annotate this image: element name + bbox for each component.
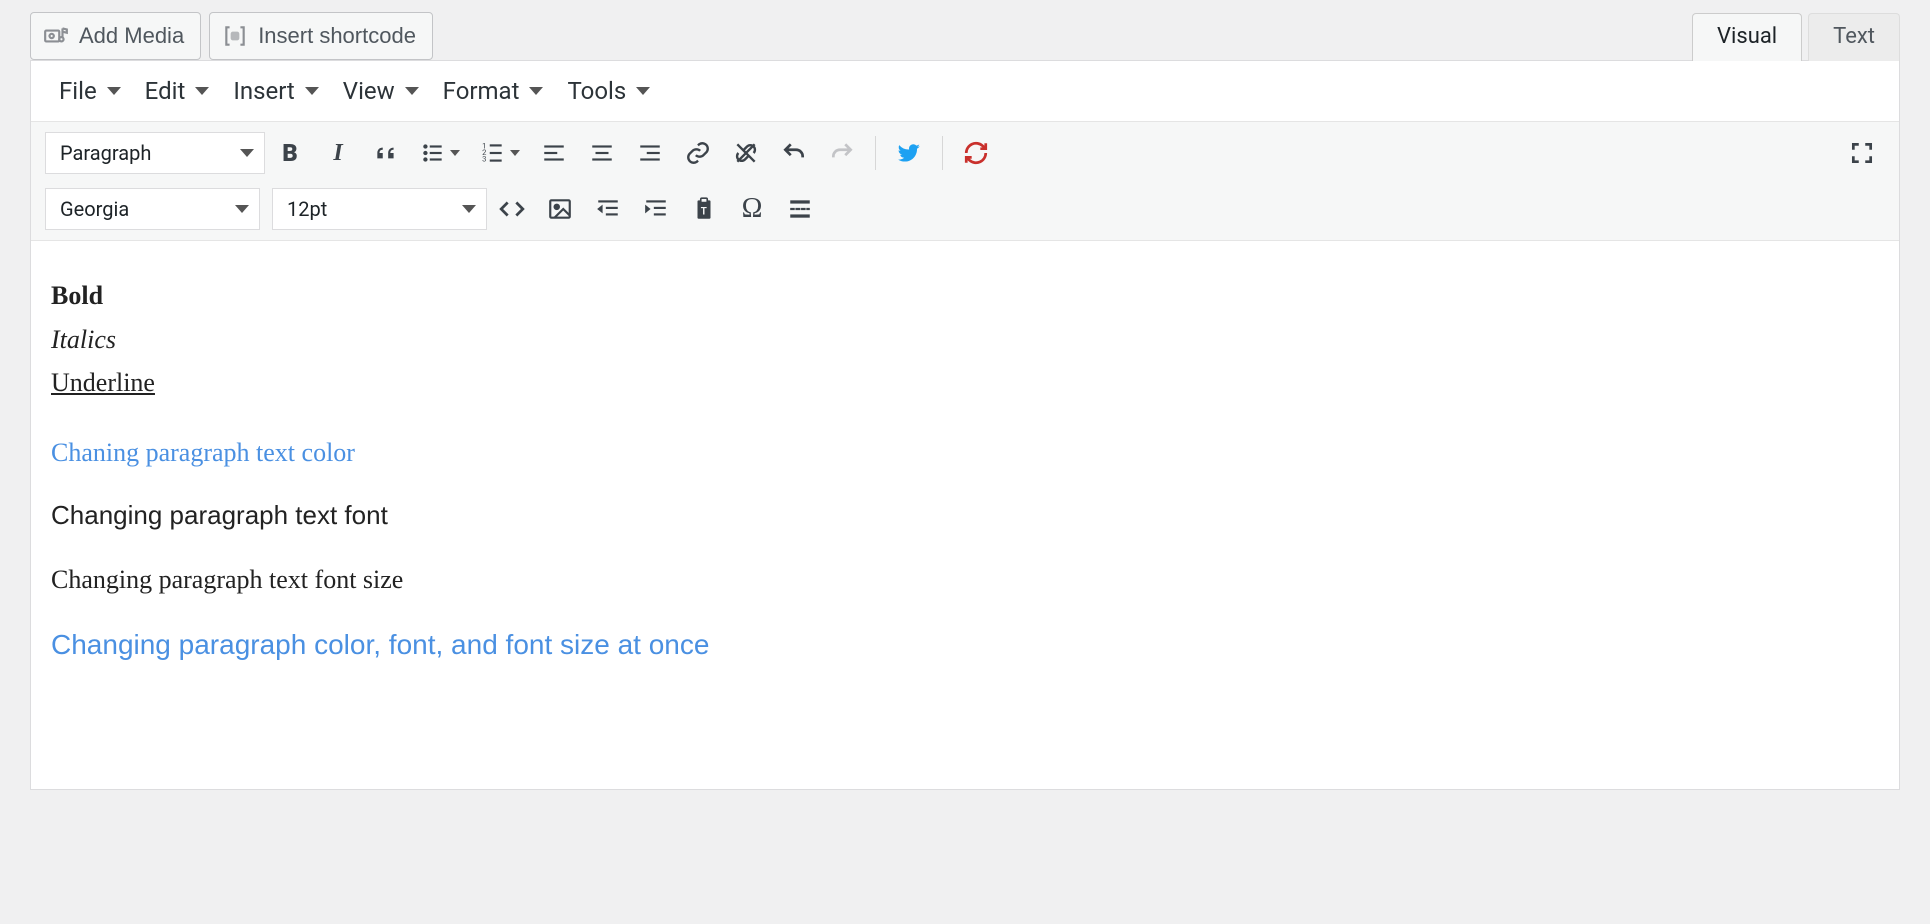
chevron-down-icon [510, 150, 520, 156]
tab-text[interactable]: Text [1808, 13, 1900, 61]
menu-view[interactable]: View [333, 67, 429, 115]
redo-button[interactable] [819, 132, 865, 174]
camera-music-icon [43, 23, 69, 49]
insert-shortcode-label: Insert shortcode [258, 23, 416, 49]
align-center-button[interactable] [579, 132, 625, 174]
svg-text:3: 3 [482, 155, 486, 164]
separator [942, 136, 943, 170]
insert-image-button[interactable] [537, 188, 583, 230]
content-bold-line: Bold [51, 275, 1879, 317]
tab-visual[interactable]: Visual [1692, 13, 1802, 61]
content-underline-line: Underline [51, 362, 1879, 404]
menu-file[interactable]: File [49, 67, 131, 115]
chevron-down-icon [450, 150, 460, 156]
svg-text:T: T [701, 206, 707, 217]
chevron-down-icon [529, 87, 543, 95]
special-character-button[interactable]: Ω [729, 188, 775, 230]
undo-button[interactable] [771, 132, 817, 174]
menu-format[interactable]: Format [433, 67, 554, 115]
read-more-button[interactable] [777, 188, 823, 230]
chevron-down-icon [107, 87, 121, 95]
insert-link-button[interactable] [675, 132, 721, 174]
add-media-button[interactable]: Add Media [30, 12, 201, 60]
unlink-button[interactable] [723, 132, 769, 174]
refresh-button[interactable] [953, 132, 999, 174]
content-italics-line: Italics [51, 319, 1879, 361]
separator [875, 136, 876, 170]
italic-button[interactable]: I [315, 132, 361, 174]
paragraph-format-select[interactable]: Paragraph [45, 132, 265, 174]
align-left-button[interactable] [531, 132, 577, 174]
chevron-down-icon [462, 205, 476, 213]
content-color-line: Chaning paragraph text color [51, 432, 1879, 474]
bold-button[interactable]: B [267, 132, 313, 174]
menu-edit[interactable]: Edit [135, 67, 220, 115]
menu-tools[interactable]: Tools [557, 67, 660, 115]
chevron-down-icon [305, 87, 319, 95]
content-all-line: Changing paragraph color, font, and font… [51, 623, 1879, 668]
chevron-down-icon [195, 87, 209, 95]
chevron-down-icon [405, 87, 419, 95]
align-right-button[interactable] [627, 132, 673, 174]
shortcode-icon [222, 23, 248, 49]
font-size-select[interactable]: 12pt [272, 188, 487, 230]
menu-bar: File Edit Insert View Format Tools [31, 61, 1899, 122]
fullscreen-button[interactable] [1839, 132, 1885, 174]
outdent-button[interactable] [585, 188, 631, 230]
editor-content[interactable]: Bold Italics Underline Chaning paragraph… [31, 241, 1899, 789]
menu-insert[interactable]: Insert [223, 67, 328, 115]
paste-text-button[interactable]: T [681, 188, 727, 230]
insert-shortcode-button[interactable]: Insert shortcode [209, 12, 433, 60]
bullet-list-button[interactable] [411, 132, 469, 174]
twitter-button[interactable] [886, 132, 932, 174]
content-font-line: Changing paragraph text font [51, 495, 1879, 537]
add-media-label: Add Media [79, 23, 184, 49]
chevron-down-icon [636, 87, 650, 95]
numbered-list-button[interactable]: 123 [471, 132, 529, 174]
chevron-down-icon [235, 205, 249, 213]
chevron-down-icon [240, 149, 254, 157]
source-code-button[interactable] [489, 188, 535, 230]
blockquote-button[interactable] [363, 132, 409, 174]
indent-button[interactable] [633, 188, 679, 230]
content-size-line: Changing paragraph text font size [51, 559, 1879, 601]
font-family-select[interactable]: Georgia [45, 188, 260, 230]
